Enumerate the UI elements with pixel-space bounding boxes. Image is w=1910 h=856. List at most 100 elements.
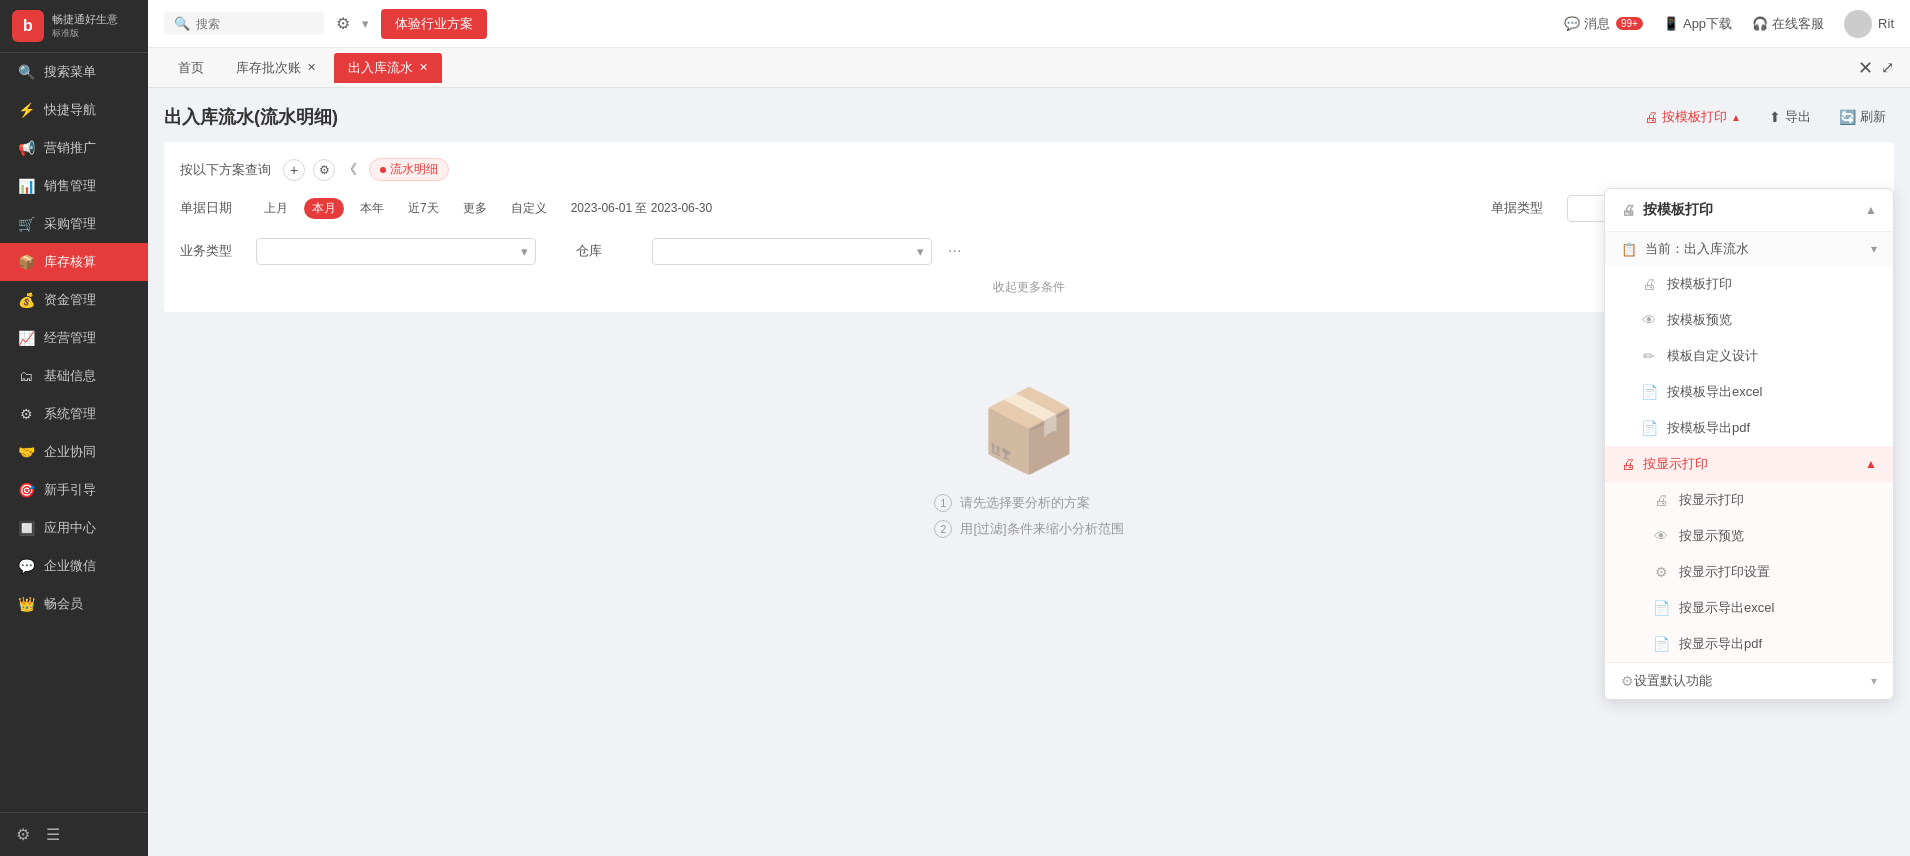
tab-flow-close-icon[interactable]: ✕ xyxy=(419,61,428,74)
sidebar-item-quicknav[interactable]: ⚡ 快捷导航 xyxy=(0,91,148,129)
chevron-up-icon: ▲ xyxy=(1731,112,1741,123)
date-last7[interactable]: 近7天 xyxy=(400,198,447,219)
empty-hint-2: 2 用[过滤]条件来缩小分析范围 xyxy=(934,520,1123,538)
date-this-month[interactable]: 本月 xyxy=(304,198,344,219)
fullscreen-icon[interactable]: ⤢ xyxy=(1881,58,1894,77)
date-more[interactable]: 更多 xyxy=(455,198,495,219)
tab-flow[interactable]: 出入库流水 ✕ xyxy=(334,53,442,83)
crown-icon: 👑 xyxy=(16,596,36,612)
panel-item-template-preview[interactable]: 👁 按模板预览 xyxy=(1605,302,1893,338)
print-template-button[interactable]: 🖨 按模板打印 ▲ xyxy=(1636,104,1749,130)
message-button[interactable]: 💬 消息 99+ xyxy=(1564,15,1643,33)
tab-home[interactable]: 首页 xyxy=(164,53,218,83)
avatar xyxy=(1844,10,1872,38)
defaults-icon: ⚙ xyxy=(1621,673,1634,689)
refresh-button[interactable]: 🔄 刷新 xyxy=(1831,104,1894,130)
display-print-icon: 🖨 xyxy=(1653,492,1669,508)
message-icon: 💬 xyxy=(1564,16,1580,31)
warehouse-select[interactable] xyxy=(652,238,932,265)
panel-subitem-display-print[interactable]: 🖨 按显示打印 xyxy=(1605,482,1893,518)
trial-button[interactable]: 体验行业方案 xyxy=(381,9,487,39)
date-last-month[interactable]: 上月 xyxy=(256,198,296,219)
panel-current[interactable]: 📋 当前：出入库流水 ▾ xyxy=(1605,232,1893,266)
user-profile[interactable]: Rit xyxy=(1844,10,1894,38)
biz-type-label: 业务类型 xyxy=(180,242,240,260)
print-icon: 🖨 xyxy=(1644,109,1658,125)
tab-batch[interactable]: 库存批次账 ✕ xyxy=(222,53,330,83)
sidebar-item-marketing[interactable]: 📢 营销推广 xyxy=(0,129,148,167)
sidebar-item-vip[interactable]: 👑 畅会员 xyxy=(0,585,148,623)
warehouse-more-icon[interactable]: ··· xyxy=(948,242,961,260)
page-actions: 🖨 按模板打印 ▲ ⬆ 导出 🔄 刷新 xyxy=(1636,104,1894,130)
biz-type-select-wrapper xyxy=(256,238,536,265)
excel-icon: 📄 xyxy=(1641,384,1657,400)
panel-item-template-print[interactable]: 🖨 按模板打印 xyxy=(1605,266,1893,302)
biz-type-select[interactable] xyxy=(256,238,536,265)
filter-settings-button[interactable]: ⚙ xyxy=(313,159,335,181)
message-badge: 99+ xyxy=(1616,17,1643,30)
filter-top-row: 按以下方案查询 + ⚙ 《 流水明细 xyxy=(180,158,1878,181)
sidebar-item-sales[interactable]: 📊 销售管理 xyxy=(0,167,148,205)
sidebar-item-guide[interactable]: 🎯 新手引导 xyxy=(0,471,148,509)
panel-item-template-pdf[interactable]: 📄 按模板导出pdf xyxy=(1605,410,1893,446)
sidebar-item-finance[interactable]: 💰 资金管理 xyxy=(0,281,148,319)
panel-title: 🖨 按模板打印 xyxy=(1621,201,1713,219)
panel-display-section[interactable]: 🖨 按显示打印 ▲ xyxy=(1605,446,1893,482)
panel-subitem-display-pdf[interactable]: 📄 按显示导出pdf xyxy=(1605,626,1893,662)
tabs-right-actions: ✕ ⤢ xyxy=(1858,57,1894,79)
display-excel-icon: 📄 xyxy=(1653,600,1669,616)
tab-batch-close-icon[interactable]: ✕ xyxy=(307,61,316,74)
close-all-tabs-icon[interactable]: ✕ xyxy=(1858,57,1873,79)
online-service-button[interactable]: 🎧 在线客服 xyxy=(1752,15,1824,33)
sidebar-item-basic[interactable]: 🗂 基础信息 xyxy=(0,357,148,395)
sidebar-item-collab[interactable]: 🤝 企业协同 xyxy=(0,433,148,471)
eye-icon: 👁 xyxy=(1641,312,1657,328)
trending-icon: 📈 xyxy=(16,330,36,346)
sidebar-item-system[interactable]: ⚙ 系统管理 xyxy=(0,395,148,433)
sidebar-item-appstore[interactable]: 🔲 应用中心 xyxy=(0,509,148,547)
collapse-button[interactable]: 收起更多条件 xyxy=(993,279,1065,296)
pdf-icon: 📄 xyxy=(1641,420,1657,436)
filter-tag-item[interactable]: 流水明细 xyxy=(369,158,449,181)
money-icon: 💰 xyxy=(16,292,36,308)
topbar-chevron-icon[interactable]: ▾ xyxy=(362,16,369,31)
printer-icon: 🖨 xyxy=(1641,276,1657,292)
panel-subitem-display-preview[interactable]: 👁 按显示预览 xyxy=(1605,518,1893,554)
flash-icon: ⚡ xyxy=(16,102,36,118)
empty-hints: 1 请先选择要分析的方案 2 用[过滤]条件来缩小分析范围 xyxy=(934,494,1123,538)
panel-collapse-icon[interactable]: ▲ xyxy=(1865,203,1877,217)
mobile-icon: 📱 xyxy=(1663,16,1679,31)
panel-item-template-customize[interactable]: ✏ 模板自定义设计 xyxy=(1605,338,1893,374)
chart-icon: 📊 xyxy=(16,178,36,194)
topbar-gear-icon[interactable]: ⚙ xyxy=(336,14,350,33)
filter-controls: 按以下方案查询 + ⚙ 《 xyxy=(180,159,357,181)
export-button[interactable]: ⬆ 导出 xyxy=(1761,104,1819,130)
date-custom[interactable]: 自定义 xyxy=(503,198,555,219)
search-icon: 🔍 xyxy=(16,64,36,80)
search-icon: 🔍 xyxy=(174,16,190,31)
panel-subitem-display-excel[interactable]: 📄 按显示导出excel xyxy=(1605,590,1893,626)
panel-subitem-display-settings[interactable]: ⚙ 按显示打印设置 xyxy=(1605,554,1893,590)
gear-icon: ⚙ xyxy=(16,406,36,422)
topbar-right: 💬 消息 99+ 📱 App下载 🎧 在线客服 Rit xyxy=(1564,10,1894,38)
panel-footer-defaults[interactable]: ⚙ 设置默认功能 ▾ xyxy=(1605,662,1893,699)
content-area: 出入库流水(流水明细) 🖨 按模板打印 ▲ ⬆ 导出 🔄 刷新 xyxy=(148,88,1910,856)
date-this-year[interactable]: 本年 xyxy=(352,198,392,219)
display-print-section-icon: 🖨 xyxy=(1621,456,1635,472)
panel-header: 🖨 按模板打印 ▲ xyxy=(1605,189,1893,232)
add-filter-button[interactable]: + xyxy=(283,159,305,181)
sidebar-item-wechat[interactable]: 💬 企业微信 xyxy=(0,547,148,585)
filter-arrows-icon[interactable]: 《 xyxy=(343,161,357,179)
settings-icon[interactable]: ⚙ xyxy=(16,825,30,844)
panel-item-template-excel[interactable]: 📄 按模板导出excel xyxy=(1605,374,1893,410)
app-download-button[interactable]: 📱 App下载 xyxy=(1663,15,1732,33)
sidebar-item-operations[interactable]: 📈 经营管理 xyxy=(0,319,148,357)
sidebar-item-purchase[interactable]: 🛒 采购管理 xyxy=(0,205,148,243)
sidebar-item-inventory[interactable]: 📦 库存核算 xyxy=(0,243,148,281)
sidebar-item-search[interactable]: 🔍 搜索菜单 xyxy=(0,53,148,91)
menu-toggle-icon[interactable]: ☰ xyxy=(46,825,60,844)
search-input[interactable] xyxy=(196,17,296,31)
empty-illustration: 📦 xyxy=(979,384,1079,478)
print-dropdown-panel: 🖨 按模板打印 ▲ 📋 当前：出入库流水 ▾ 🖨 按模板打印 👁 按模 xyxy=(1604,188,1894,700)
sidebar: b 畅捷通好生意 标准版 🔍 搜索菜单 ⚡ 快捷导航 📢 营销推广 📊 销售管理… xyxy=(0,0,148,856)
